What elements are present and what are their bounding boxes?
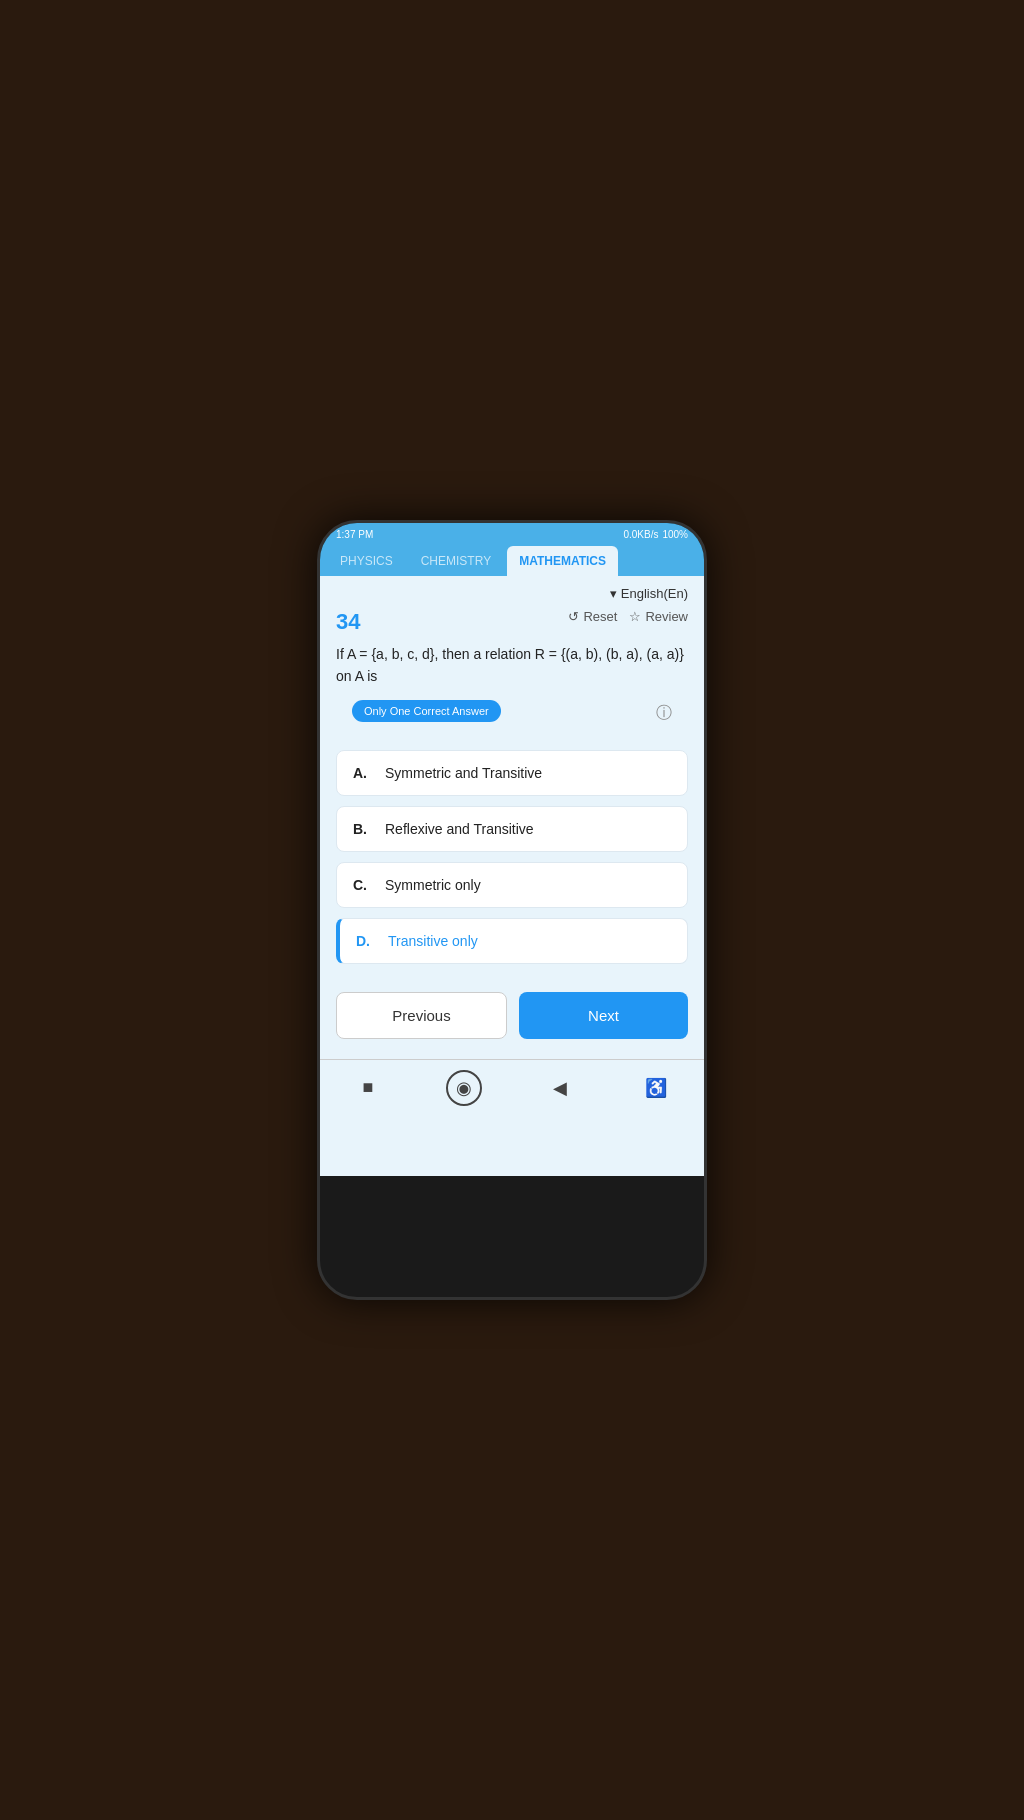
content-area: ▾ English(En) 34 ↺ Reset ☆ Review If A =… <box>320 576 704 1176</box>
tab-chemistry[interactable]: CHEMISTRY <box>409 546 503 576</box>
info-icon: ⓘ <box>656 704 672 721</box>
phone-frame: 1:37 PM 0.0KB/s 100% PHYSICS CHEMISTRY M… <box>317 520 707 1300</box>
reset-icon: ↺ <box>568 609 579 624</box>
chevron-down-icon: ▾ <box>610 586 617 601</box>
reset-label: Reset <box>583 609 617 624</box>
options-container: A. Symmetric and Transitive B. Reflexive… <box>320 742 704 972</box>
option-a-text: Symmetric and Transitive <box>385 765 542 781</box>
question-text: If A = {a, b, c, d}, then a relation R =… <box>320 635 704 700</box>
bottom-buttons: Previous Next <box>320 972 704 1059</box>
signal-info: 0.0KB/s <box>623 529 658 540</box>
question-header: 34 ↺ Reset ☆ Review <box>320 605 704 635</box>
review-label: Review <box>645 609 688 624</box>
tab-physics[interactable]: PHYSICS <box>328 546 405 576</box>
option-c[interactable]: C. Symmetric only <box>336 862 688 908</box>
status-time: 1:37 PM <box>336 529 373 540</box>
info-button[interactable]: ⓘ <box>656 703 672 724</box>
question-number: 34 <box>336 609 360 635</box>
status-right: 0.0KB/s 100% <box>623 529 688 540</box>
language-selector-button[interactable]: ▾ English(En) <box>610 586 688 601</box>
previous-button[interactable]: Previous <box>336 992 507 1039</box>
header-actions: ↺ Reset ☆ Review <box>568 609 688 624</box>
option-d-letter: D. <box>356 933 376 949</box>
battery-info: 100% <box>662 529 688 540</box>
option-b[interactable]: B. Reflexive and Transitive <box>336 806 688 852</box>
language-selector-container: ▾ English(En) <box>320 576 704 605</box>
option-b-text: Reflexive and Transitive <box>385 821 534 837</box>
option-a-letter: A. <box>353 765 373 781</box>
star-icon: ☆ <box>629 609 641 624</box>
answer-type-badge: Only One Correct Answer <box>352 700 501 722</box>
option-d-text: Transitive only <box>388 933 478 949</box>
accessibility-icon[interactable]: ♿ <box>638 1070 674 1106</box>
option-a[interactable]: A. Symmetric and Transitive <box>336 750 688 796</box>
option-c-letter: C. <box>353 877 373 893</box>
nav-bar: ■ ◉ ◀ ♿ <box>320 1059 704 1120</box>
option-d[interactable]: D. Transitive only <box>336 918 688 964</box>
status-bar: 1:37 PM 0.0KB/s 100% <box>320 523 704 546</box>
tab-bar: PHYSICS CHEMISTRY MATHEMATICS <box>320 546 704 576</box>
review-button[interactable]: ☆ Review <box>629 609 688 624</box>
back-icon[interactable]: ◀ <box>542 1070 578 1106</box>
option-c-text: Symmetric only <box>385 877 481 893</box>
option-b-letter: B. <box>353 821 373 837</box>
tab-mathematics[interactable]: MATHEMATICS <box>507 546 618 576</box>
language-label: English(En) <box>621 586 688 601</box>
circle-home-icon[interactable]: ◉ <box>446 1070 482 1106</box>
next-button[interactable]: Next <box>519 992 688 1039</box>
reset-button[interactable]: ↺ Reset <box>568 609 617 624</box>
home-icon[interactable]: ■ <box>350 1070 386 1106</box>
